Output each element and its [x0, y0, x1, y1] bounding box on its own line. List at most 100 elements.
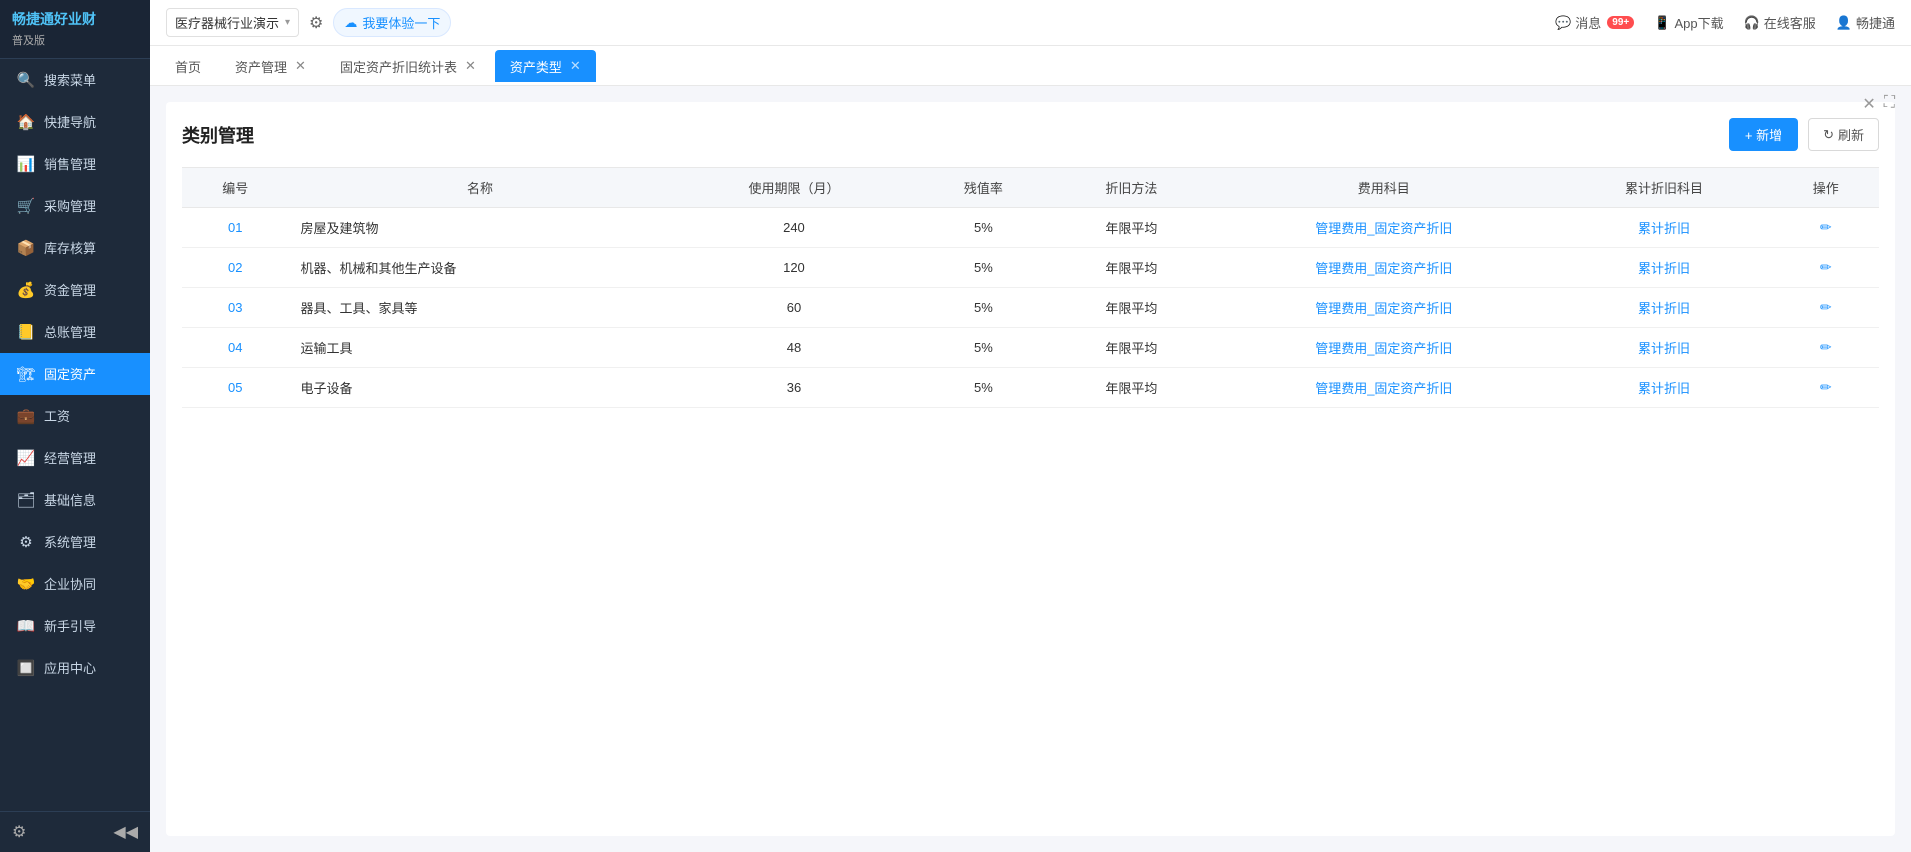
topbar-right: 💬 消息 99+ 📱 App下载 🎧 在线客服 👤 畅捷通 [1555, 13, 1895, 32]
cell-period: 240 [672, 208, 917, 248]
sidebar-label-purchase: 采购管理 [44, 196, 96, 215]
sidebar-item-quicknav[interactable]: 🏠 快捷导航 [0, 101, 150, 143]
sidebar-item-appcenter[interactable]: 🔲 应用中心 [0, 647, 150, 689]
cell-code[interactable]: 01 [182, 208, 288, 248]
sidebar-icon-wages: 💼 [16, 406, 36, 426]
sidebar-label-inventory: 库存核算 [44, 238, 96, 257]
asset-type-table: 编号名称使用期限（月）残值率折旧方法费用科目累计折旧科目操作 01 房屋及建筑物… [182, 167, 1879, 408]
cell-name: 机器、机械和其他生产设备 [288, 248, 671, 288]
sidebar-item-sales[interactable]: 📊 销售管理 [0, 143, 150, 185]
cell-period: 36 [672, 368, 917, 408]
cell-code[interactable]: 05 [182, 368, 288, 408]
cell-method: 年限平均 [1050, 288, 1212, 328]
tab-asset-type[interactable]: 资产类型 ✕ [495, 50, 596, 82]
table-header: 编号名称使用期限（月）残值率折旧方法费用科目累计折旧科目操作 [182, 168, 1879, 208]
sidebar-item-operations[interactable]: 📈 经营管理 [0, 437, 150, 479]
edit-icon[interactable]: ✏ [1820, 339, 1832, 355]
tab-close-asset-type[interactable]: ✕ [570, 58, 581, 74]
col-header: 名称 [288, 168, 671, 208]
cell-accumulated[interactable]: 累计折旧 [1555, 288, 1772, 328]
cell-expense[interactable]: 管理费用_固定资产折旧 [1212, 248, 1555, 288]
sidebar-icon-funds: 💰 [16, 280, 36, 300]
col-header: 残值率 [916, 168, 1050, 208]
cell-expense[interactable]: 管理费用_固定资产折旧 [1212, 368, 1555, 408]
app-selector-label: 医疗器械行业演示 [175, 13, 279, 32]
sidebar-label-funds: 资金管理 [44, 280, 96, 299]
cell-action: ✏ [1773, 248, 1880, 288]
message-icon: 💬 [1555, 15, 1571, 31]
cell-expense[interactable]: 管理费用_固定资产折旧 [1212, 328, 1555, 368]
sidebar-item-system[interactable]: ⚙ 系统管理 [0, 521, 150, 563]
new-button[interactable]: + 新增 [1729, 118, 1798, 151]
message-item[interactable]: 💬 消息 99+ [1555, 13, 1634, 32]
tab-home[interactable]: 首页 [160, 50, 216, 82]
tab-close-asset-mgmt[interactable]: ✕ [295, 58, 306, 74]
cell-expense[interactable]: 管理费用_固定资产折旧 [1212, 208, 1555, 248]
sidebar-bottom: ⚙ ◀◀ [0, 811, 150, 852]
cell-accumulated[interactable]: 累计折旧 [1555, 328, 1772, 368]
collapse-icon[interactable]: ◀◀ [113, 822, 138, 842]
gear-icon[interactable]: ⚙ [309, 13, 323, 33]
sidebar-label-wages: 工资 [44, 406, 70, 425]
cell-action: ✏ [1773, 328, 1880, 368]
sidebar-label-sales: 销售管理 [44, 154, 96, 173]
cell-method: 年限平均 [1050, 208, 1212, 248]
customer-service-item[interactable]: 🎧 在线客服 [1744, 13, 1816, 32]
sidebar-label-system: 系统管理 [44, 532, 96, 551]
sidebar-logo: 畅捷通好业财 普及版 [0, 0, 150, 59]
sidebar-label-search: 搜索菜单 [44, 70, 96, 89]
table-row: 01 房屋及建筑物 240 5% 年限平均 管理费用_固定资产折旧 累计折旧 ✏ [182, 208, 1879, 248]
refresh-button[interactable]: ↻ 刷新 [1808, 118, 1879, 151]
cell-accumulated[interactable]: 累计折旧 [1555, 248, 1772, 288]
app-download-item[interactable]: 📱 App下载 [1654, 13, 1723, 32]
window-controls: ✕ ⛶ [1862, 94, 1895, 114]
sidebar-icon-purchase: 🛒 [16, 196, 36, 216]
user-item[interactable]: 👤 畅捷通 [1836, 13, 1895, 32]
sidebar-label-cooperation: 企业协同 [44, 574, 96, 593]
topbar: 医疗器械行业演示 ▾ ⚙ ☁ 我要体验一下 💬 消息 99+ 📱 App下载 🎧… [150, 0, 1911, 46]
sidebar-icon-sales: 📊 [16, 154, 36, 174]
cell-period: 48 [672, 328, 917, 368]
page-header: 类别管理 + 新增 ↻ 刷新 [182, 118, 1879, 151]
sidebar-item-wages[interactable]: 💼 工资 [0, 395, 150, 437]
col-header: 使用期限（月） [672, 168, 917, 208]
sidebar-item-search[interactable]: 🔍 搜索菜单 [0, 59, 150, 101]
cell-method: 年限平均 [1050, 248, 1212, 288]
sidebar-item-funds[interactable]: 💰 资金管理 [0, 269, 150, 311]
user-label: 畅捷通 [1856, 13, 1895, 32]
cell-code[interactable]: 02 [182, 248, 288, 288]
sidebar-icon-fixedassets: 🏗 [16, 364, 36, 384]
user-icon: 👤 [1836, 15, 1852, 31]
experience-button[interactable]: ☁ 我要体验一下 [333, 8, 451, 37]
sidebar-item-inventory[interactable]: 📦 库存核算 [0, 227, 150, 269]
sidebar-item-ledger[interactable]: 📒 总账管理 [0, 311, 150, 353]
edit-icon[interactable]: ✏ [1820, 219, 1832, 235]
cell-expense[interactable]: 管理费用_固定资产折旧 [1212, 288, 1555, 328]
cell-accumulated[interactable]: 累计折旧 [1555, 208, 1772, 248]
maximize-window-icon[interactable]: ⛶ [1884, 94, 1895, 114]
sidebar-item-cooperation[interactable]: 🤝 企业协同 [0, 563, 150, 605]
cell-code[interactable]: 04 [182, 328, 288, 368]
edit-icon[interactable]: ✏ [1820, 379, 1832, 395]
sidebar-item-fixedassets[interactable]: 🏗 固定资产 [0, 353, 150, 395]
sidebar-item-purchase[interactable]: 🛒 采购管理 [0, 185, 150, 227]
app-selector[interactable]: 医疗器械行业演示 ▾ [166, 8, 299, 37]
edit-icon[interactable]: ✏ [1820, 259, 1832, 275]
close-window-icon[interactable]: ✕ [1862, 94, 1875, 114]
sidebar-icon-cooperation: 🤝 [16, 574, 36, 594]
sidebar-label-ledger: 总账管理 [44, 322, 96, 341]
tab-label-asset-type: 资产类型 [510, 57, 562, 76]
tab-depreciation-table[interactable]: 固定资产折旧统计表✕ [325, 50, 491, 82]
cell-residual: 5% [916, 288, 1050, 328]
tab-asset-mgmt[interactable]: 资产管理✕ [220, 50, 321, 82]
experience-label: 我要体验一下 [362, 13, 440, 32]
sidebar-item-guide[interactable]: 📖 新手引导 [0, 605, 150, 647]
phone-icon: 📱 [1654, 15, 1670, 31]
tab-close-depreciation-table[interactable]: ✕ [465, 58, 476, 74]
edit-icon[interactable]: ✏ [1820, 299, 1832, 315]
topbar-left: 医疗器械行业演示 ▾ ⚙ ☁ 我要体验一下 [166, 8, 451, 37]
cell-code[interactable]: 03 [182, 288, 288, 328]
settings-icon[interactable]: ⚙ [12, 822, 26, 842]
cell-accumulated[interactable]: 累计折旧 [1555, 368, 1772, 408]
sidebar-item-basicinfo[interactable]: 🗂 基础信息 [0, 479, 150, 521]
